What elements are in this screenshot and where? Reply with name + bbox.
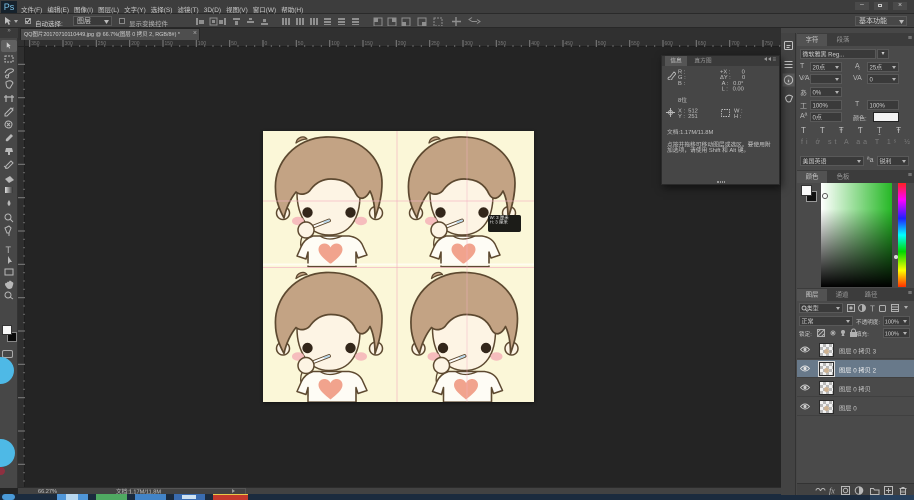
svg-text:fx: fx bbox=[829, 487, 835, 496]
svg-text:T: T bbox=[6, 245, 12, 255]
svg-text:T: T bbox=[870, 305, 875, 314]
